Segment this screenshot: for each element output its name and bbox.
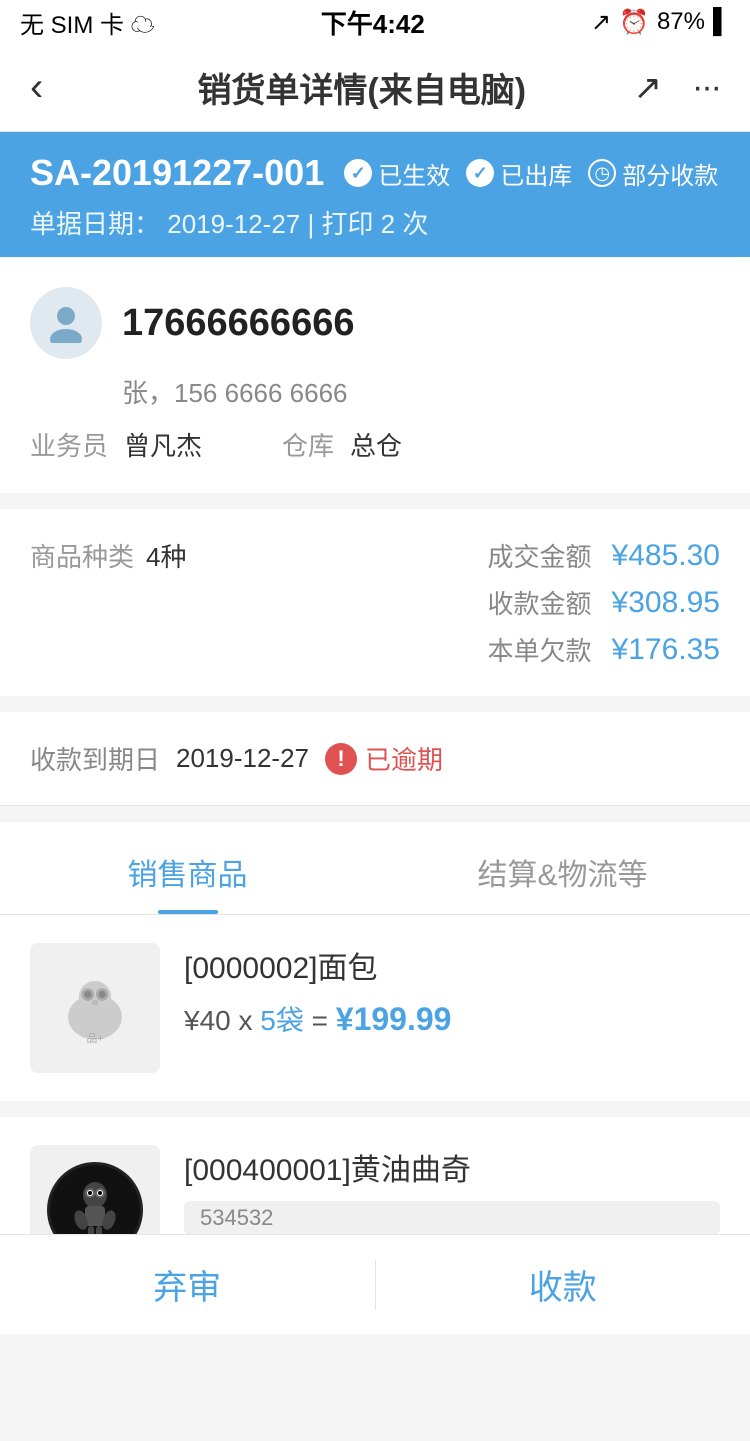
debt-amount-row: 本单欠款 ¥176.35 bbox=[488, 631, 720, 668]
battery-text: 87% bbox=[657, 8, 705, 36]
customer-phone: 17666666666 bbox=[122, 302, 354, 345]
badge-partial-label: 部分收款 bbox=[622, 156, 718, 191]
bottom-action-bar: 弃审 收款 bbox=[0, 1234, 750, 1334]
due-date-section: 收款到期日 2019-12-27 ! 已逾期 bbox=[0, 712, 750, 806]
check-icon-1: ✓ bbox=[344, 159, 372, 187]
summary-left: 商品种类 4种 bbox=[30, 537, 186, 574]
badge-activated-label: 已生效 bbox=[378, 156, 450, 191]
product-sku-2: 534532 bbox=[184, 1201, 720, 1235]
summary-section: 商品种类 4种 成交金额 ¥485.30 收款金额 ¥308.95 本单欠款 ¥… bbox=[0, 509, 750, 696]
person-icon bbox=[46, 303, 86, 343]
collect-payment-button[interactable]: 收款 bbox=[376, 1240, 750, 1329]
product-list: 品+ [0000002]面包 ¥40 x 5袋 = ¥199.99 bbox=[0, 915, 750, 1441]
status-time: 下午4:42 bbox=[321, 4, 425, 41]
status-right: ↗ ⏰ 87% ▌ bbox=[591, 8, 730, 37]
svg-text:品+: 品+ bbox=[86, 1033, 103, 1045]
owl-image-icon: 品+ bbox=[50, 963, 140, 1053]
product-item: 品+ [0000002]面包 ¥40 x 5袋 = ¥199.99 bbox=[0, 915, 750, 1101]
product-kinds: 商品种类 4种 bbox=[30, 537, 186, 574]
overdue-icon: ! bbox=[325, 743, 357, 775]
deal-amount-row: 成交金额 ¥485.30 bbox=[488, 537, 720, 574]
badge-shipped: ✓ 已出库 bbox=[466, 156, 572, 191]
due-date-value: 2019-12-27 bbox=[176, 743, 309, 774]
product-name-2: [000400001]黄油曲奇 bbox=[184, 1145, 720, 1189]
no-sim-text: 无 SIM 卡 ☁ bbox=[20, 5, 155, 40]
battery-icon: ▌ bbox=[713, 8, 730, 36]
tab-bar: 销售商品 结算&物流等 bbox=[0, 822, 750, 915]
warehouse-item: 仓库 总仓 bbox=[282, 426, 402, 463]
more-button[interactable]: ··· bbox=[692, 68, 720, 107]
product-name-1: [0000002]面包 bbox=[184, 943, 720, 987]
summary-right: 成交金额 ¥485.30 收款金额 ¥308.95 本单欠款 ¥176.35 bbox=[488, 537, 720, 668]
due-date-label: 收款到期日 bbox=[30, 740, 160, 777]
warehouse-label: 仓库 bbox=[282, 426, 334, 463]
abandon-review-button[interactable]: 弃审 bbox=[0, 1240, 375, 1329]
banner-top-row: SA-20191227-001 ✓ 已生效 ✓ 已出库 ◷ 部分收款 bbox=[30, 152, 720, 194]
debt-label: 本单欠款 bbox=[488, 631, 592, 668]
customer-top: 17666666666 bbox=[30, 287, 720, 359]
price-base-1: ¥40 x bbox=[184, 1005, 260, 1036]
received-amount-row: 收款金额 ¥308.95 bbox=[488, 584, 720, 621]
clock-icon: ◷ bbox=[588, 159, 616, 187]
location-icon: ↗ bbox=[591, 8, 611, 37]
salesperson-value: 曾凡杰 bbox=[124, 426, 202, 463]
price-total-1: ¥199.99 bbox=[336, 1001, 452, 1037]
product-image-1: 品+ bbox=[30, 943, 160, 1073]
page-title: 销货单详情(来自电脑) bbox=[197, 63, 526, 112]
product-info-1: [0000002]面包 ¥40 x 5袋 = ¥199.99 bbox=[184, 943, 720, 1039]
status-bar: 无 SIM 卡 ☁ 下午4:42 ↗ ⏰ 87% ▌ bbox=[0, 0, 750, 44]
badge-shipped-label: 已出库 bbox=[500, 156, 572, 191]
equal-sign-1: = bbox=[304, 1005, 336, 1036]
tab-sales-products[interactable]: 销售商品 bbox=[0, 822, 375, 914]
salesperson-item: 业务员 曾凡杰 bbox=[30, 426, 202, 463]
received-amount-value: ¥308.95 bbox=[612, 586, 720, 620]
banner-date-row: 单据日期： 2019-12-27 | 打印 2 次 bbox=[30, 204, 720, 241]
alarm-icon: ⏰ bbox=[619, 8, 649, 37]
bottom-spacer bbox=[0, 1331, 750, 1441]
nav-bar: ‹ 销货单详情(来自电脑) ↗ ··· bbox=[0, 44, 750, 132]
customer-meta: 业务员 曾凡杰 仓库 总仓 bbox=[30, 426, 720, 463]
nav-actions: ↗ ··· bbox=[634, 68, 720, 108]
tab-sales-label: 销售商品 bbox=[128, 859, 248, 892]
deal-amount-value: ¥485.30 bbox=[612, 539, 720, 573]
customer-section: 17666666666 张，156 6666 6666 业务员 曾凡杰 仓库 总… bbox=[0, 257, 750, 493]
kinds-label: 商品种类 bbox=[30, 537, 134, 574]
back-button[interactable]: ‹ bbox=[30, 65, 90, 110]
debt-value: ¥176.35 bbox=[612, 633, 720, 667]
tab-settlement[interactable]: 结算&物流等 bbox=[375, 822, 750, 914]
badge-activated: ✓ 已生效 bbox=[344, 156, 450, 191]
deal-amount-label: 成交金额 bbox=[488, 537, 592, 574]
header-banner: SA-20191227-001 ✓ 已生效 ✓ 已出库 ◷ 部分收款 单据日期：… bbox=[0, 132, 750, 257]
badge-partial-payment: ◷ 部分收款 bbox=[588, 156, 718, 191]
salesperson-label: 业务员 bbox=[30, 426, 108, 463]
customer-name-phone: 张，156 6666 6666 bbox=[30, 373, 720, 410]
badge-row: ✓ 已生效 ✓ 已出库 ◷ 部分收款 bbox=[344, 156, 718, 191]
order-id: SA-20191227-001 bbox=[30, 152, 324, 194]
avatar bbox=[30, 287, 102, 359]
date-label: 单据日期： bbox=[30, 209, 160, 239]
qty-highlight-1: 5袋 bbox=[260, 1005, 304, 1036]
product-price-1: ¥40 x 5袋 = ¥199.99 bbox=[184, 999, 720, 1039]
check-icon-2: ✓ bbox=[466, 159, 494, 187]
order-date: 2019-12-27 bbox=[167, 209, 300, 239]
print-info: | 打印 2 次 bbox=[307, 209, 428, 239]
overdue-badge: ! 已逾期 bbox=[325, 740, 443, 777]
status-left: 无 SIM 卡 ☁ bbox=[20, 5, 155, 40]
received-amount-label: 收款金额 bbox=[488, 584, 592, 621]
warehouse-value: 总仓 bbox=[350, 426, 402, 463]
share-button[interactable]: ↗ bbox=[634, 68, 663, 108]
kinds-count: 4种 bbox=[146, 537, 186, 574]
overdue-text: 已逾期 bbox=[365, 740, 443, 777]
tab-settlement-label: 结算&物流等 bbox=[477, 859, 647, 892]
